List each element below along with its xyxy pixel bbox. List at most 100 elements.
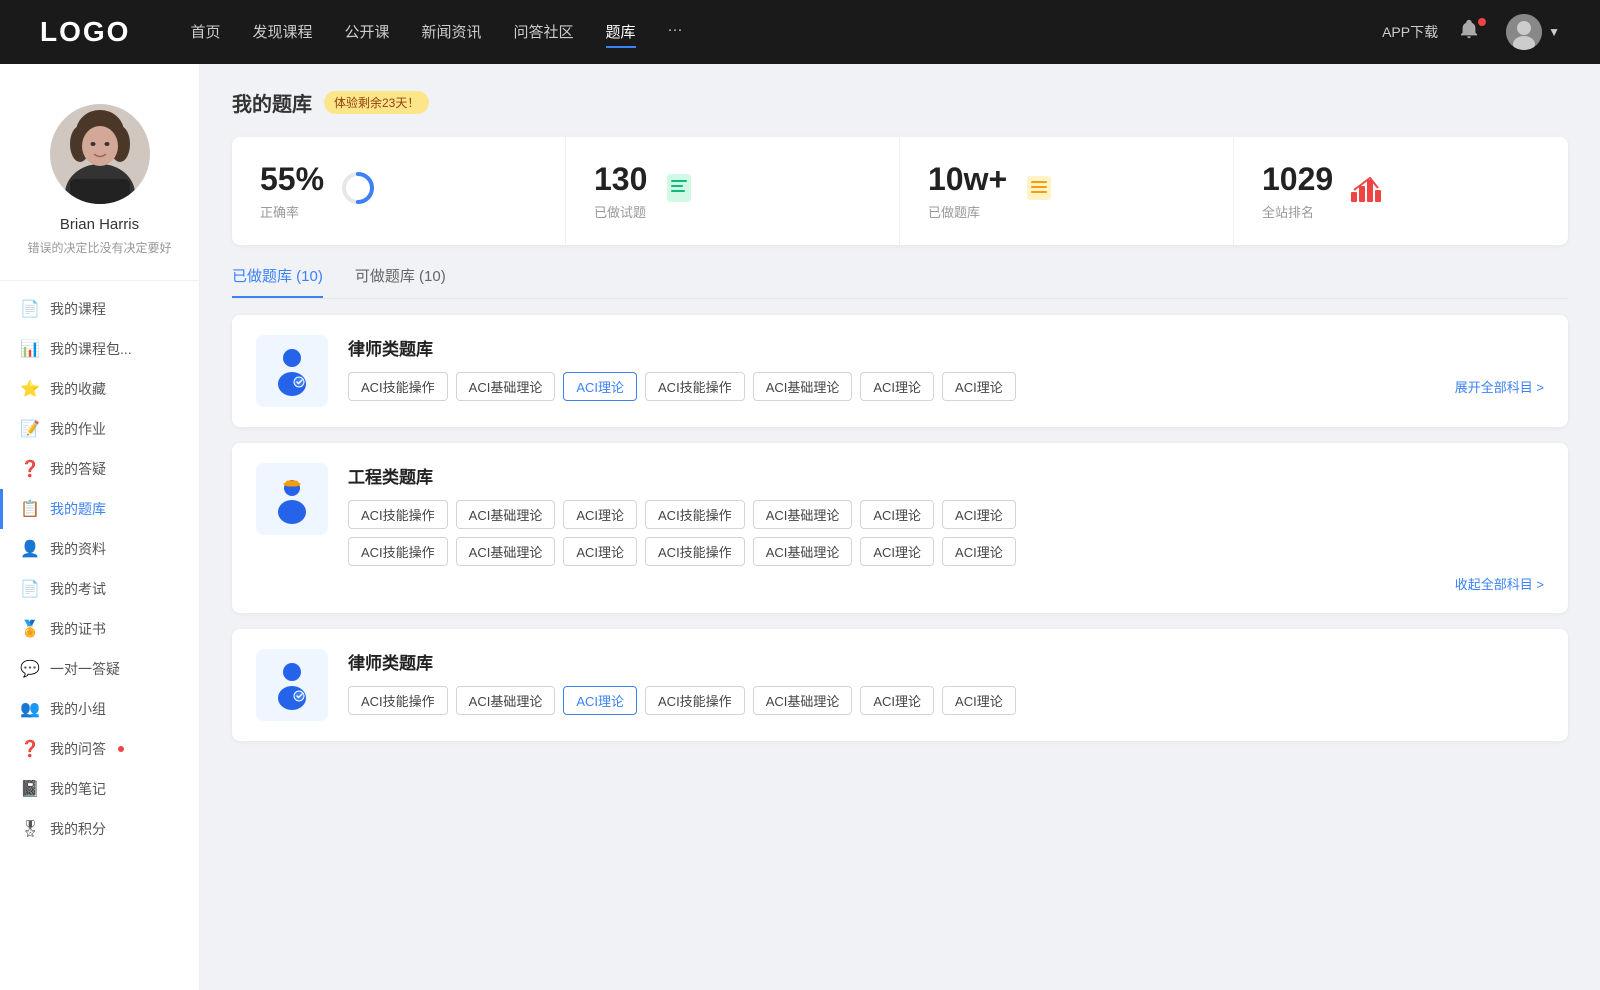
tag-3-6[interactable]: ACI理论 [942,686,1016,715]
topic-icon-engineer [256,463,328,535]
tag-3-0[interactable]: ACI技能操作 [348,686,448,715]
tag-2b-2[interactable]: ACI理论 [563,537,637,566]
nav-qa[interactable]: 问答社区 [514,17,574,48]
tag-1-3[interactable]: ACI技能操作 [645,372,745,401]
app-download-link[interactable]: APP下载 [1382,22,1438,42]
sidebar-item-homework[interactable]: 📝 我的作业 [0,409,199,449]
nav-opencourse[interactable]: 公开课 [344,17,389,48]
tag-2a-2[interactable]: ACI理论 [563,500,637,529]
tag-2a-5[interactable]: ACI理论 [860,500,934,529]
tag-1-2[interactable]: ACI理论 [563,372,637,401]
expand-link-1[interactable]: 展开全部科目 > [1455,377,1544,396]
tag-1-6[interactable]: ACI理论 [942,372,1016,401]
nav-more[interactable]: ··· [668,17,683,48]
tag-2a-1[interactable]: ACI基础理论 [456,500,556,529]
nav-news[interactable]: 新闻资讯 [422,17,482,48]
tag-3-1[interactable]: ACI基础理论 [456,686,556,715]
nav-home[interactable]: 首页 [190,17,220,48]
topic-header-1: 律师类题库 ACI技能操作 ACI基础理论 ACI理论 ACI技能操作 ACI基… [256,335,1544,407]
tag-1-4[interactable]: ACI基础理论 [753,372,853,401]
group-icon: 👥 [20,699,40,719]
favorites-icon: ⭐ [20,379,40,399]
profile-avatar [50,104,150,204]
sidebar-label-group: 我的小组 [50,699,106,719]
sidebar-item-exam[interactable]: 📄 我的考试 [0,569,199,609]
quizbank-icon: 📋 [20,499,40,519]
tag-2b-3[interactable]: ACI技能操作 [645,537,745,566]
sidebar-item-favorites[interactable]: ⭐ 我的收藏 [0,369,199,409]
tag-2a-3[interactable]: ACI技能操作 [645,500,745,529]
tags-row-3: ACI技能操作 ACI基础理论 ACI理论 ACI技能操作 ACI基础理论 AC… [348,686,1544,715]
bell-icon [1458,18,1480,40]
packages-icon: 📊 [20,339,40,359]
nav-discover[interactable]: 发现课程 [252,17,312,48]
tag-3-2[interactable]: ACI理论 [563,686,637,715]
cert-icon: 🏅 [20,619,40,639]
courses-icon: 📄 [20,299,40,319]
sidebar-item-questions[interactable]: ❓ 我的答疑 [0,449,199,489]
tag-2b-1[interactable]: ACI基础理论 [456,537,556,566]
sidebar-item-group[interactable]: 👥 我的小组 [0,689,199,729]
trial-badge: 体验剩余23天！ [324,91,429,114]
topic-name-2: 工程类题库 [348,463,1544,488]
stat-accuracy-value: 55% 正确率 [260,161,324,221]
sidebar-item-course-packages[interactable]: 📊 我的课程包... [0,329,199,369]
sidebar-label-quizbank: 我的题库 [50,499,106,519]
nav-quiz[interactable]: 题库 [606,17,636,48]
avatar-image [1506,14,1542,50]
tag-2b-4[interactable]: ACI基础理论 [753,537,853,566]
main-content: 我的题库 体验剩余23天！ 55% 正确率 130 [200,64,1600,990]
collapse-link-2[interactable]: 收起全部科目 > [348,574,1544,593]
homework-icon: 📝 [20,419,40,439]
stat-done-questions: 130 已做试题 [566,137,900,245]
engineer-figure-icon [267,474,317,524]
tag-2a-6[interactable]: ACI理论 [942,500,1016,529]
ranking-icon [1349,172,1381,211]
sidebar-label-favorites: 我的收藏 [50,379,106,399]
sidebar-item-profile[interactable]: 👤 我的资料 [0,529,199,569]
notification-dot [1478,18,1486,26]
sidebar-label-cert: 我的证书 [50,619,106,639]
topic-icon-lawyer-2 [256,649,328,721]
sidebar-label-homework: 我的作业 [50,419,106,439]
sidebar-item-notes[interactable]: 📓 我的笔记 [0,769,199,809]
notification-bell[interactable] [1458,18,1486,46]
tag-3-3[interactable]: ACI技能操作 [645,686,745,715]
tag-2a-0[interactable]: ACI技能操作 [348,500,448,529]
tag-1-1[interactable]: ACI基础理论 [456,372,556,401]
page-header: 我的题库 体验剩余23天！ [232,88,1568,117]
done-questions-icon [663,172,695,211]
sidebar-item-courses[interactable]: 📄 我的课程 [0,289,199,329]
topic-body-2: 工程类题库 ACI技能操作 ACI基础理论 ACI理论 ACI技能操作 ACI基… [348,463,1544,593]
user-avatar-menu[interactable]: ▼ [1506,14,1560,50]
sidebar-item-certificate[interactable]: 🏅 我的证书 [0,609,199,649]
1to1-icon: 💬 [20,659,40,679]
tag-3-4[interactable]: ACI基础理论 [753,686,853,715]
stat-ranking: 1029 全站排名 [1234,137,1568,245]
nav-menu: 首页 发现课程 公开课 新闻资讯 问答社区 题库 ··· [190,17,1382,48]
tags-row-2a: ACI技能操作 ACI基础理论 ACI理论 ACI技能操作 ACI基础理论 AC… [348,500,1544,529]
navbar-right: APP下载 ▼ [1382,14,1560,50]
logo: LOGO [40,16,130,48]
notes-icon: 📓 [20,779,40,799]
tag-1-0[interactable]: ACI技能操作 [348,372,448,401]
tag-2a-4[interactable]: ACI基础理论 [753,500,853,529]
tag-2b-6[interactable]: ACI理论 [942,537,1016,566]
tab-done[interactable]: 已做题库 (10) [232,265,323,298]
tag-2b-0[interactable]: ACI技能操作 [348,537,448,566]
sidebar-item-quizbank[interactable]: 📋 我的题库 [0,489,199,529]
topic-header-3: 律师类题库 ACI技能操作 ACI基础理论 ACI理论 ACI技能操作 ACI基… [256,649,1544,721]
sidebar-item-myqa[interactable]: ❓ 我的问答 [0,729,199,769]
sidebar-item-1to1[interactable]: 💬 一对一答疑 [0,649,199,689]
profile-icon: 👤 [20,539,40,559]
sidebar-item-points[interactable]: 🎖 我的积分 [0,809,199,849]
tag-2b-5[interactable]: ACI理论 [860,537,934,566]
exam-icon: 📄 [20,579,40,599]
tag-3-5[interactable]: ACI理论 [860,686,934,715]
tag-1-5[interactable]: ACI理论 [860,372,934,401]
navbar: LOGO 首页 发现课程 公开课 新闻资讯 问答社区 题库 ··· APP下载 … [0,0,1600,64]
page-title: 我的题库 [232,88,312,117]
tab-todo[interactable]: 可做题库 (10) [355,265,446,298]
sidebar-label-notes: 我的笔记 [50,779,106,799]
avatar-dropdown-arrow[interactable]: ▼ [1548,25,1560,39]
